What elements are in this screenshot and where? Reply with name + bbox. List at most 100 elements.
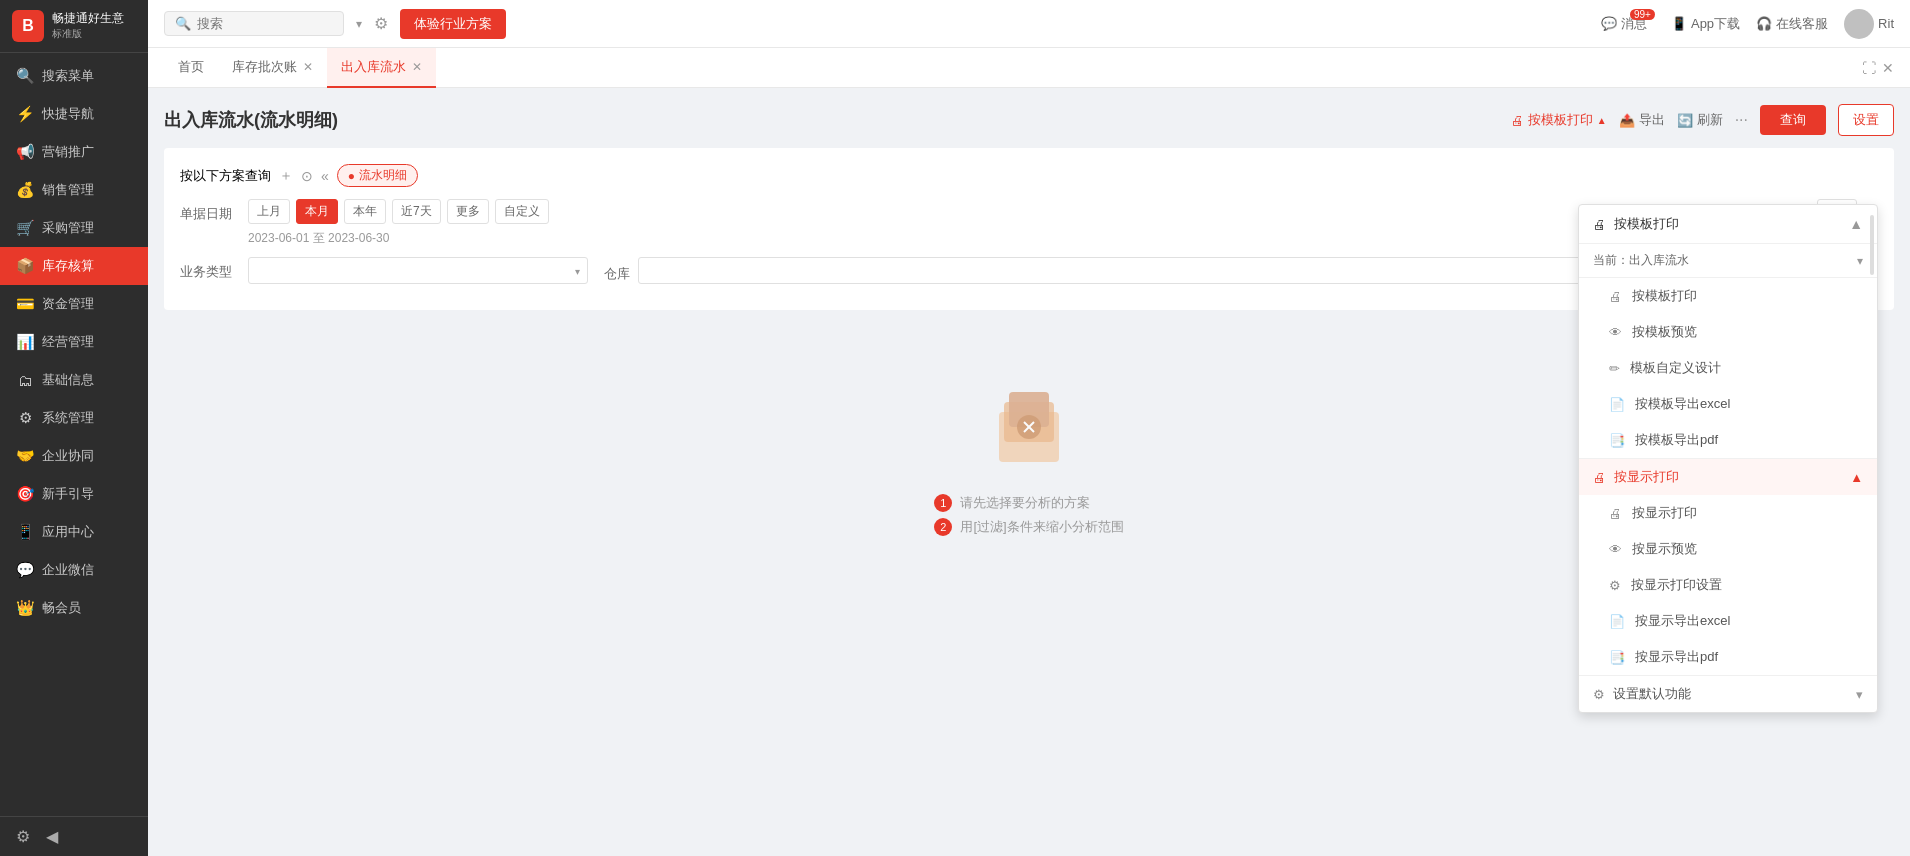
date-filter-label: 单据日期 <box>180 199 232 223</box>
dropdown-item-display-preview[interactable]: 👁 按显示预览 <box>1579 531 1877 567</box>
dropdown-item-template-pdf[interactable]: 📑 按模板导出pdf <box>1579 422 1877 458</box>
sidebar-item-operations[interactable]: 📊 经营管理 <box>0 323 148 361</box>
dropdown-footer[interactable]: ⚙ 设置默认功能 ▾ <box>1579 675 1877 712</box>
dropdown-display-section: 🖨 按显示打印 ▲ 🖨 按显示打印 👁 按显示预览 ⚙ <box>1579 458 1877 675</box>
sidebar-item-quicknav[interactable]: ⚡ 快捷导航 <box>0 95 148 133</box>
dropdown-up-icon[interactable]: ▲ <box>1849 216 1863 232</box>
excel-icon: 📄 <box>1609 397 1625 412</box>
sidebar-item-basics[interactable]: 🗂 基础信息 <box>0 361 148 399</box>
refresh-button[interactable]: 🔄 刷新 <box>1677 111 1723 129</box>
type-filter-label: 业务类型 <box>180 257 232 281</box>
sidebar-item-label: 搜索菜单 <box>42 67 94 85</box>
dropdown-scrollbar[interactable] <box>1870 215 1874 275</box>
step-2-num: 2 <box>934 518 952 536</box>
tab-batch[interactable]: 库存批次账 ✕ <box>218 48 327 88</box>
dropdown-current[interactable]: 当前：出入库流水 ▾ <box>1579 244 1877 278</box>
query-button[interactable]: 查询 <box>1760 105 1826 135</box>
print-template-button[interactable]: 🖨 按模板打印 ▲ <box>1511 111 1607 129</box>
filter-collapse-icon[interactable]: « <box>321 168 329 184</box>
dropdown-item-template-excel[interactable]: 📄 按模板导出excel <box>1579 386 1877 422</box>
online-service-button[interactable]: 🎧 在线客服 <box>1756 15 1828 33</box>
topbar-gear-icon[interactable]: ⚙ <box>374 14 388 33</box>
dropdown-item-display-excel[interactable]: 📄 按显示导出excel <box>1579 603 1877 639</box>
dropdown-item-template-preview[interactable]: 👁 按模板预览 <box>1579 314 1877 350</box>
tab-expand-icon[interactable]: ✕ <box>1882 60 1894 76</box>
sidebar-item-wechat[interactable]: 💬 企业微信 <box>0 551 148 589</box>
display-print-icon: 🖨 <box>1593 470 1606 485</box>
industry-solution-button[interactable]: 体验行业方案 <box>400 9 506 39</box>
dropdown-template-pdf-label: 按模板导出pdf <box>1635 431 1718 449</box>
date-btn-more[interactable]: 更多 <box>447 199 489 224</box>
print-template-label: 按模板打印 <box>1528 111 1593 129</box>
tab-flow[interactable]: 出入库流水 ✕ <box>327 48 436 88</box>
app-download-button[interactable]: 📱 App下载 <box>1671 15 1740 33</box>
tab-batch-close-icon[interactable]: ✕ <box>303 60 313 74</box>
sidebar-item-label: 新手引导 <box>42 485 94 503</box>
type-select-wrapper: ▾ <box>248 257 588 284</box>
empty-step-1: 1 请先选择要分析的方案 <box>934 494 1123 512</box>
topbar-search-box[interactable]: 🔍 <box>164 11 344 36</box>
sidebar-item-label: 基础信息 <box>42 371 94 389</box>
date-btn-lastmonth[interactable]: 上月 <box>248 199 290 224</box>
dropdown-display-section-title: 按显示打印 <box>1614 468 1679 486</box>
member-icon: 👑 <box>16 599 34 617</box>
sidebar-item-label: 营销推广 <box>42 143 94 161</box>
dropdown-display-preview-label: 按显示预览 <box>1632 540 1697 558</box>
sales-icon: 💰 <box>16 181 34 199</box>
tab-home[interactable]: 首页 <box>164 48 218 88</box>
message-button[interactable]: 💬 消息 99+ <box>1601 15 1647 33</box>
sidebar-item-system[interactable]: ⚙ 系统管理 <box>0 399 148 437</box>
logo-title: 畅捷通好生意 <box>52 11 124 27</box>
settings-button[interactable]: 设置 <box>1838 104 1894 136</box>
filter-setting-icon[interactable]: ⊙ <box>301 168 313 184</box>
dropdown-display-section-header[interactable]: 🖨 按显示打印 ▲ <box>1579 459 1877 495</box>
sidebar-item-search[interactable]: 🔍 搜索菜单 <box>0 57 148 95</box>
tab-maximize-icon[interactable]: ⛶ <box>1862 60 1876 76</box>
print-chevron-up-icon: ▲ <box>1597 115 1607 126</box>
dropdown-template-print-label: 按模板打印 <box>1632 287 1697 305</box>
date-btn-thisyear[interactable]: 本年 <box>344 199 386 224</box>
sidebar-item-sales[interactable]: 💰 销售管理 <box>0 171 148 209</box>
basics-icon: 🗂 <box>16 372 34 389</box>
sidebar-item-finance[interactable]: 💳 资金管理 <box>0 285 148 323</box>
search-input[interactable] <box>197 16 317 31</box>
display-pdf-icon: 📑 <box>1609 650 1625 665</box>
avatar <box>1844 9 1874 39</box>
dropdown-display-print-label: 按显示打印 <box>1632 504 1697 522</box>
display-settings-icon: ⚙ <box>1609 578 1621 593</box>
dropdown-item-display-print[interactable]: 🖨 按显示打印 <box>1579 495 1877 531</box>
sidebar-item-purchase[interactable]: 🛒 采购管理 <box>0 209 148 247</box>
dropdown-display-collapse-icon[interactable]: ▲ <box>1850 470 1863 485</box>
page-content-area: 出入库流水(流水明细) 🖨 按模板打印 ▲ 📤 导出 🔄 刷新 <box>164 104 1894 596</box>
sidebar-item-marketing[interactable]: 📢 营销推广 <box>0 133 148 171</box>
print-dropdown-panel: 🖨 按模板打印 ▲ 当前：出入库流水 ▾ 🖨 按模板打印 👁 按模板预览 <box>1578 204 1878 713</box>
more-icon[interactable]: ··· <box>1735 111 1748 129</box>
sidebar-item-appcenter[interactable]: 📱 应用中心 <box>0 513 148 551</box>
message-badge: 99+ <box>1630 9 1655 20</box>
settings-icon[interactable]: ⚙ <box>16 827 30 846</box>
date-btn-7days[interactable]: 近7天 <box>392 199 441 224</box>
sidebar-item-member[interactable]: 👑 畅会员 <box>0 589 148 627</box>
dropdown-item-display-settings[interactable]: ⚙ 按显示打印设置 <box>1579 567 1877 603</box>
filter-header-label: 按以下方案查询 <box>180 167 271 185</box>
sidebar-item-enterprise[interactable]: 🤝 企业协同 <box>0 437 148 475</box>
sidebar-item-inventory[interactable]: 📦 库存核算 <box>0 247 148 285</box>
operations-icon: 📊 <box>16 333 34 351</box>
dropdown-item-template-design[interactable]: ✏ 模板自定义设计 <box>1579 350 1877 386</box>
date-btn-custom[interactable]: 自定义 <box>495 199 549 224</box>
collapse-sidebar-icon[interactable]: ◀ <box>46 827 58 846</box>
date-btn-thismonth[interactable]: 本月 <box>296 199 338 224</box>
filter-add-icon[interactable]: ＋ <box>279 167 293 185</box>
tab-flow-close-icon[interactable]: ✕ <box>412 60 422 74</box>
export-button[interactable]: 📤 导出 <box>1619 111 1665 129</box>
user-avatar-area[interactable]: Rit <box>1844 9 1894 39</box>
type-select[interactable] <box>248 257 588 284</box>
topbar-right-area: 💬 消息 99+ 📱 App下载 🎧 在线客服 Rit <box>1601 9 1894 39</box>
dropdown-item-display-pdf[interactable]: 📑 按显示导出pdf <box>1579 639 1877 675</box>
sidebar-item-newguide[interactable]: 🎯 新手引导 <box>0 475 148 513</box>
app-icon: 📱 <box>16 523 34 541</box>
dropdown-display-settings-label: 按显示打印设置 <box>1631 576 1722 594</box>
dropdown-item-template-print[interactable]: 🖨 按模板打印 <box>1579 278 1877 314</box>
date-filters: 上月 本月 本年 近7天 更多 自定义 2023-06-01 至 2023-06… <box>248 199 549 247</box>
filter-tag[interactable]: ● 流水明细 <box>337 164 418 187</box>
